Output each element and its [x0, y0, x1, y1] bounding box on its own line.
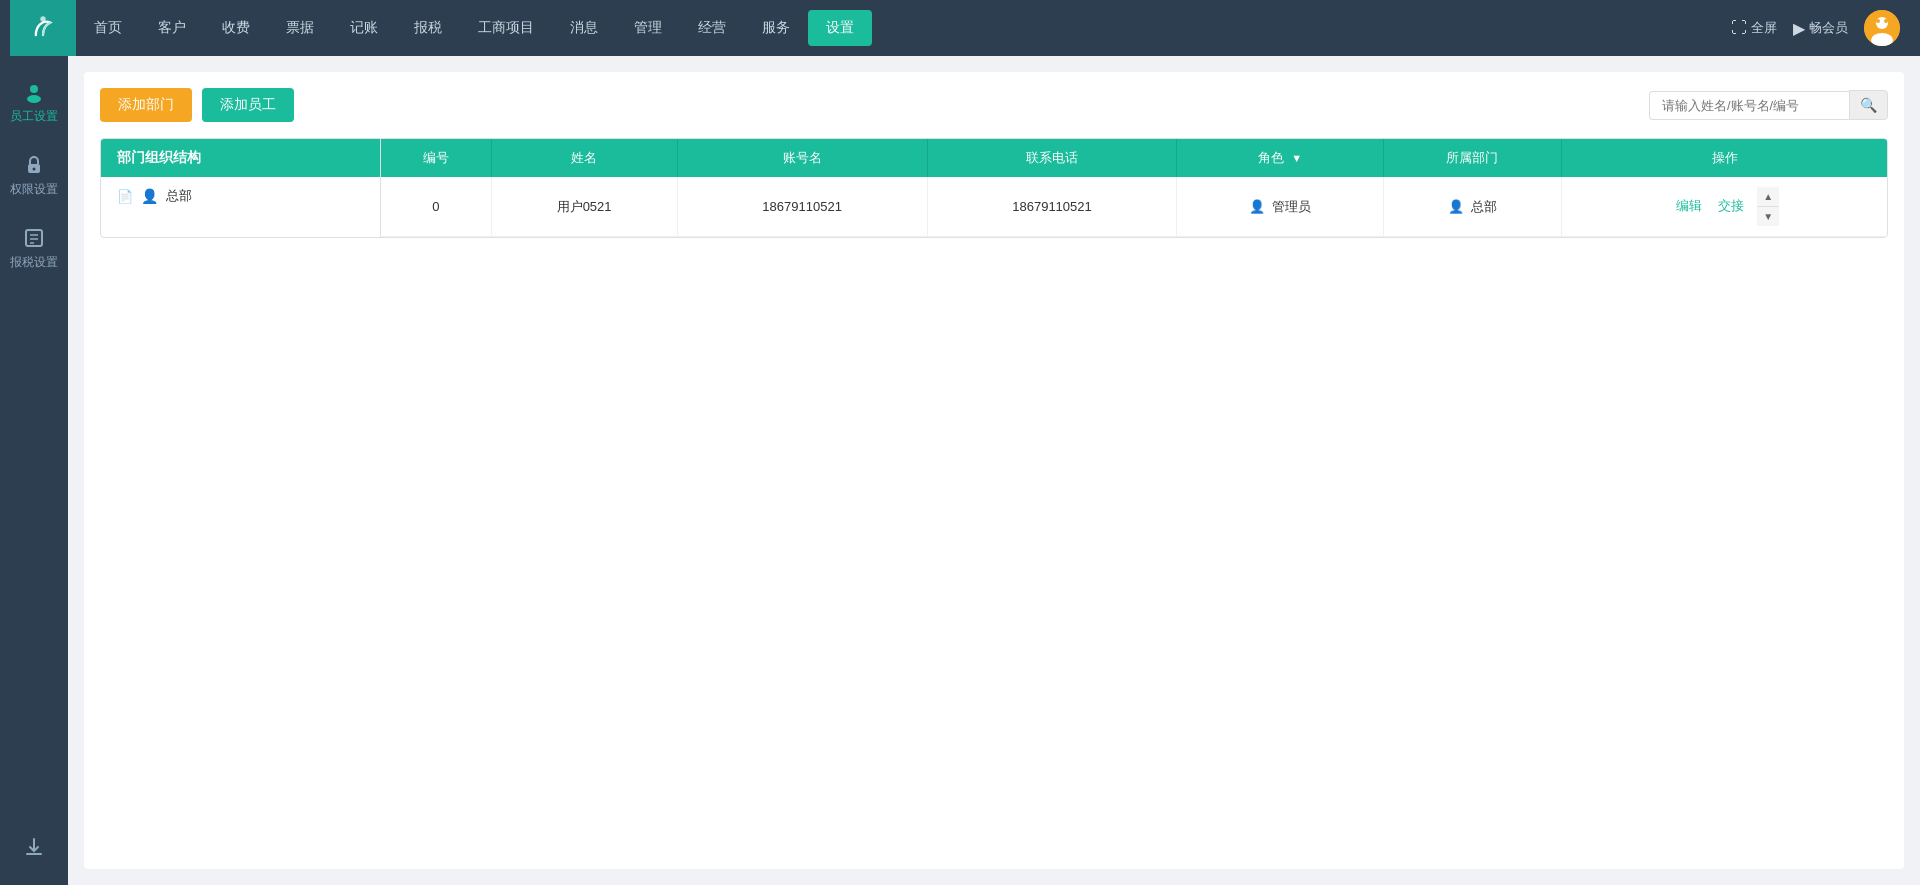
member-icon: ▶ [1793, 19, 1805, 38]
svg-point-1 [40, 16, 45, 21]
content-area: 添加部门 添加员工 🔍 部门组织结构 📄 👤 总部 [68, 56, 1920, 885]
top-nav: 首页 客户 收费 票据 记账 报税 工商项目 消息 管理 经营 服务 设置 ⛶ … [0, 0, 1920, 56]
nav-service[interactable]: 服务 [744, 0, 808, 56]
transfer-button[interactable]: 交接 [1718, 198, 1744, 213]
nav-operation[interactable]: 经营 [680, 0, 744, 56]
sidebar-item-taxsettings[interactable]: 报税设置 [0, 212, 68, 285]
col-account: 账号名 [677, 139, 927, 177]
scroll-controls: ▲ ▼ [1757, 187, 1779, 226]
svg-point-6 [1884, 19, 1888, 23]
nav-billing[interactable]: 收费 [204, 0, 268, 56]
table-header-row: 编号 姓名 账号名 联系电话 角色 ▼ 所属部门 操作 [381, 139, 1887, 177]
table-row: 0 用户0521 18679110521 18679110521 👤 管理员 👤 [381, 177, 1887, 237]
svg-point-8 [27, 95, 41, 103]
cell-actions: 编辑 交接 ▲ ▼ [1562, 177, 1887, 237]
add-department-button[interactable]: 添加部门 [100, 88, 192, 122]
col-id: 编号 [381, 139, 491, 177]
svg-point-5 [1876, 19, 1880, 23]
nav-business[interactable]: 工商项目 [460, 0, 552, 56]
edit-button[interactable]: 编辑 [1676, 198, 1702, 213]
scroll-up-button[interactable]: ▲ [1757, 187, 1779, 207]
sidebar-label-taxsettings: 报税设置 [10, 254, 58, 271]
svg-point-3 [1876, 17, 1888, 29]
add-employee-button[interactable]: 添加员工 [202, 88, 294, 122]
tree-item-label: 总部 [166, 187, 192, 205]
user-group-icon: 👤 [141, 188, 158, 204]
two-panel: 部门组织结构 📄 👤 总部 编号 姓名 账号名 [100, 138, 1888, 238]
nav-invoice[interactable]: 票据 [268, 0, 332, 56]
svg-point-7 [30, 85, 38, 93]
cell-role: 👤 管理员 [1177, 177, 1383, 237]
search-input[interactable] [1649, 91, 1849, 120]
cell-phone: 18679110521 [927, 177, 1177, 237]
left-sidebar: 员工设置 权限设置 报税设置 [0, 56, 68, 885]
sidebar-download-button[interactable] [0, 825, 68, 869]
col-name: 姓名 [491, 139, 677, 177]
logo [10, 0, 76, 56]
search-area: 🔍 [1649, 90, 1888, 120]
main-layout: 员工设置 权限设置 报税设置 [0, 56, 1920, 885]
nav-settings[interactable]: 设置 [808, 10, 872, 46]
tax-settings-icon [22, 226, 46, 250]
member-label: 畅会员 [1809, 19, 1848, 37]
employee-table: 编号 姓名 账号名 联系电话 角色 ▼ 所属部门 操作 [381, 139, 1887, 237]
nav-tax[interactable]: 报税 [396, 0, 460, 56]
department-tree-header: 部门组织结构 [101, 139, 380, 177]
role-label: 管理员 [1272, 199, 1311, 214]
scroll-down-button[interactable]: ▼ [1757, 207, 1779, 226]
col-action: 操作 [1562, 139, 1887, 177]
cell-name: 用户0521 [491, 177, 677, 237]
nav-home[interactable]: 首页 [76, 0, 140, 56]
member-button[interactable]: ▶ 畅会员 [1793, 19, 1848, 38]
search-icon: 🔍 [1860, 97, 1877, 113]
nav-customer[interactable]: 客户 [140, 0, 204, 56]
avatar[interactable] [1864, 10, 1900, 46]
nav-items: 首页 客户 收费 票据 记账 报税 工商项目 消息 管理 经营 服务 设置 [76, 0, 1731, 56]
tree-item-headquarters[interactable]: 📄 👤 总部 [101, 177, 380, 215]
sidebar-item-employee[interactable]: 员工设置 [0, 66, 68, 139]
fullscreen-button[interactable]: ⛶ 全屏 [1731, 19, 1777, 37]
sidebar-label-employee: 员工设置 [10, 108, 58, 125]
svg-rect-15 [26, 853, 42, 855]
lock-icon [22, 153, 46, 177]
dept-label: 总部 [1471, 199, 1497, 214]
download-icon [22, 835, 46, 859]
content-inner: 添加部门 添加员工 🔍 部门组织结构 📄 👤 总部 [84, 72, 1904, 869]
nav-manage[interactable]: 管理 [616, 0, 680, 56]
employee-table-panel: 编号 姓名 账号名 联系电话 角色 ▼ 所属部门 操作 [381, 139, 1887, 237]
toolbar: 添加部门 添加员工 🔍 [100, 88, 1888, 122]
fullscreen-label: 全屏 [1751, 19, 1777, 37]
cell-department: 👤 总部 [1383, 177, 1562, 237]
sidebar-item-permission[interactable]: 权限设置 [0, 139, 68, 212]
sidebar-label-permission: 权限设置 [10, 181, 58, 198]
cell-account: 18679110521 [677, 177, 927, 237]
doc-icon: 📄 [117, 189, 133, 204]
cell-id: 0 [381, 177, 491, 237]
col-department: 所属部门 [1383, 139, 1562, 177]
department-tree-panel: 部门组织结构 📄 👤 总部 [101, 139, 381, 237]
employee-icon [22, 80, 46, 104]
search-button[interactable]: 🔍 [1849, 90, 1888, 120]
col-phone: 联系电话 [927, 139, 1177, 177]
top-nav-right: ⛶ 全屏 ▶ 畅会员 [1731, 10, 1920, 46]
role-user-icon: 👤 [1249, 199, 1265, 214]
sidebar-bottom [0, 825, 68, 885]
nav-message[interactable]: 消息 [552, 0, 616, 56]
nav-accounting[interactable]: 记账 [332, 0, 396, 56]
svg-point-10 [33, 168, 36, 171]
dept-user-icon: 👤 [1448, 199, 1464, 214]
filter-icon[interactable]: ▼ [1291, 152, 1302, 164]
col-role: 角色 ▼ [1177, 139, 1383, 177]
fullscreen-icon: ⛶ [1731, 19, 1747, 37]
